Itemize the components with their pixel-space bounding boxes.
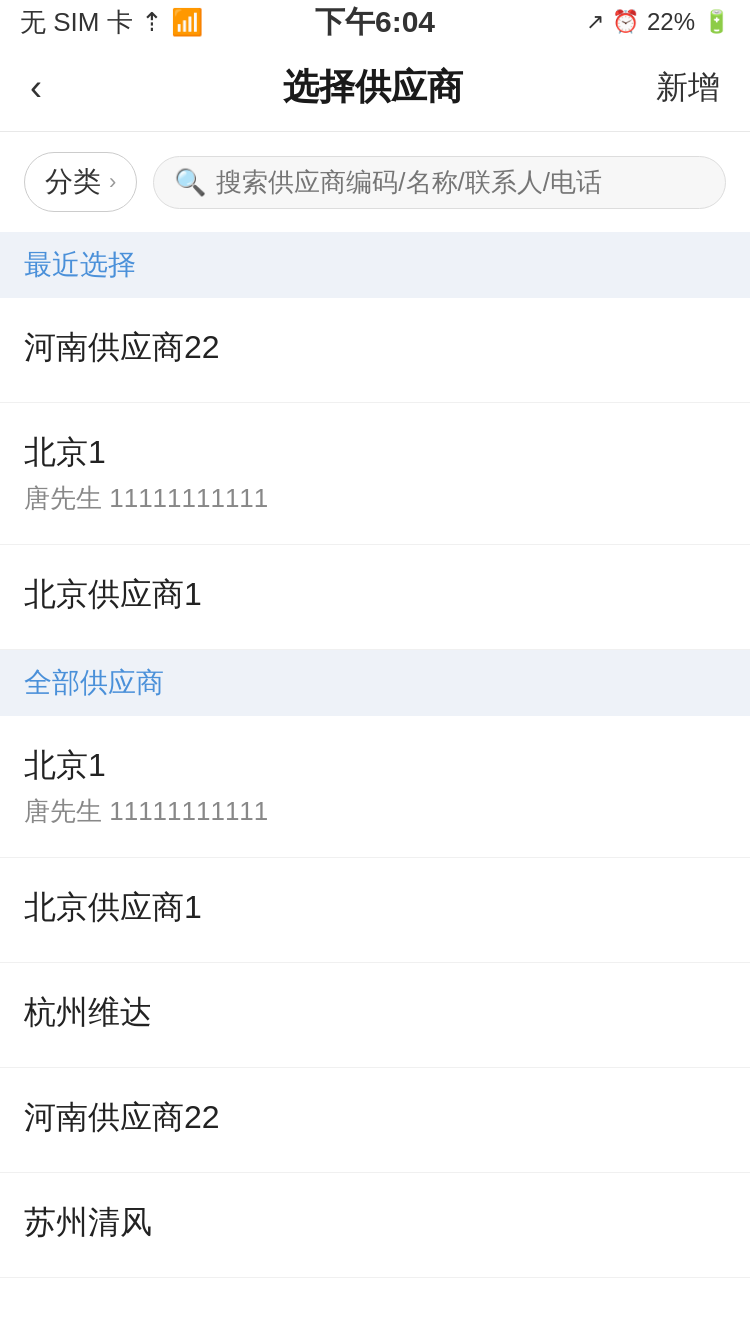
back-button[interactable]: ‹ <box>30 67 90 109</box>
battery-icon: 🔋 <box>703 9 730 35</box>
status-bar: 无 SIM 卡 ⇡ 📶 下午6:04 ↗ ⏰ 22% 🔋 <box>0 0 750 44</box>
search-input[interactable] <box>216 167 705 198</box>
nav-bar: ‹ 选择供应商 新增 <box>0 44 750 132</box>
list-item[interactable]: 杭州维达 <box>0 963 750 1068</box>
item-name: 北京1 <box>24 431 726 475</box>
location-icon: ↗ <box>586 9 604 35</box>
list-item[interactable]: 北京供应商1 <box>0 545 750 650</box>
alarm-icon: ⏰ <box>612 9 639 35</box>
filter-bar: 分类 › 🔍 <box>0 132 750 232</box>
item-name: 河南供应商22 <box>24 1096 726 1140</box>
all-section-label: 全部供应商 <box>24 667 164 698</box>
chevron-right-icon: › <box>109 169 116 195</box>
item-detail: 唐先生 11111111111 <box>24 481 726 516</box>
list-item[interactable]: 河南供应商22 <box>0 1068 750 1173</box>
all-items-list: 北京1 唐先生 11111111111 北京供应商1 杭州维达河南供应商22 苏州清风 <box>0 716 750 1278</box>
recent-section-header: 最近选择 <box>0 232 750 298</box>
item-name: 河南供应商22 <box>24 326 726 370</box>
wifi-icon: ⇡ <box>141 7 163 38</box>
search-icon: 🔍 <box>174 167 206 198</box>
list-item[interactable]: 河南供应商22 <box>0 298 750 403</box>
status-right: ↗ ⏰ 22% 🔋 <box>586 8 730 36</box>
item-name: 北京供应商1 <box>24 886 726 930</box>
all-section-header: 全部供应商 <box>0 650 750 716</box>
category-button[interactable]: 分类 › <box>24 152 137 212</box>
wifi-symbol: 📶 <box>171 7 203 38</box>
item-name: 杭州维达 <box>24 991 726 1035</box>
item-name: 北京1 <box>24 744 726 788</box>
list-item[interactable]: 苏州清风 <box>0 1173 750 1278</box>
list-item[interactable]: 北京1 唐先生 11111111111 <box>0 716 750 858</box>
status-left: 无 SIM 卡 ⇡ 📶 <box>20 5 203 40</box>
search-box[interactable]: 🔍 <box>153 156 726 209</box>
recent-items-list: 河南供应商22 北京1 唐先生 11111111111 北京供应商1 <box>0 298 750 650</box>
no-sim-text: 无 SIM 卡 <box>20 5 133 40</box>
item-name: 北京供应商1 <box>24 573 726 617</box>
item-detail: 唐先生 11111111111 <box>24 794 726 829</box>
list-item[interactable]: 北京1 唐先生 11111111111 <box>0 403 750 545</box>
recent-section-label: 最近选择 <box>24 249 136 280</box>
item-name: 苏州清风 <box>24 1201 726 1245</box>
category-label: 分类 <box>45 163 101 201</box>
list-item[interactable]: 北京供应商1 <box>0 858 750 963</box>
page-title: 选择供应商 <box>283 63 463 112</box>
battery-text: 22% <box>647 8 695 36</box>
add-button[interactable]: 新增 <box>656 66 720 110</box>
status-time: 下午6:04 <box>315 2 435 43</box>
